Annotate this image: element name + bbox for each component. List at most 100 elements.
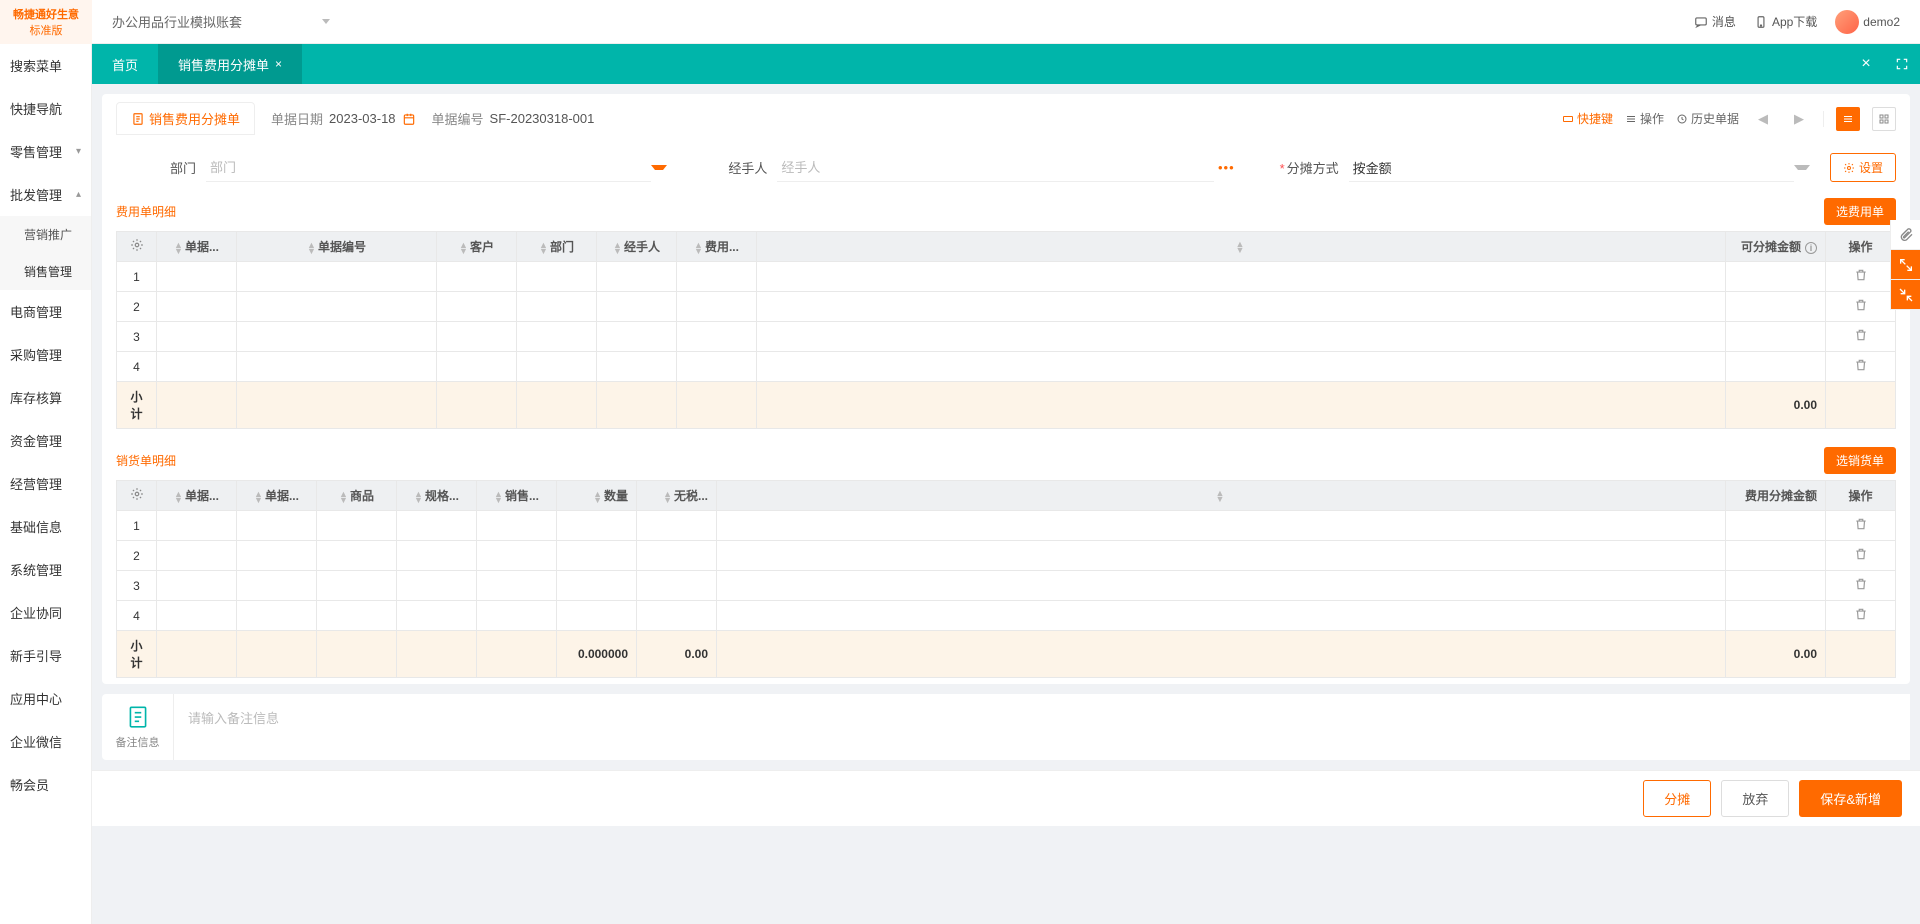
remarks-input[interactable] [174,694,1910,760]
collapse-button[interactable] [1890,280,1920,310]
sidebar-item-13[interactable]: 应用中心 [0,677,91,720]
dept-input[interactable] [206,154,651,182]
table-row[interactable]: 4 [117,352,1896,382]
view-list-button[interactable] [1836,107,1860,131]
dept-field: 部门 [116,154,667,182]
list-icon [1625,113,1637,125]
gear-icon [130,238,144,252]
expense-detail-title: 费用单明细 [116,203,176,220]
sidebar-item-0[interactable]: 搜索菜单 [0,44,91,87]
account-name: 办公用品行业模拟账套 [112,12,242,31]
brand-logo[interactable]: 畅捷通好生意 标准版 [0,0,92,44]
table-row[interactable]: 2 [117,292,1896,322]
sidebar-subitem-3-1[interactable]: 销售管理 [0,253,91,290]
discard-button[interactable]: 放弃 [1721,780,1789,817]
sidebar-item-1[interactable]: 快捷导航 [0,87,91,130]
delete-row-button[interactable] [1826,322,1896,352]
user-menu[interactable]: demo2 [1835,10,1900,34]
handler-field: 经手人 ••• [687,154,1238,182]
shortcut-button[interactable]: 快捷键 [1562,110,1613,127]
gear-icon [130,487,144,501]
delete-row-button[interactable] [1826,511,1896,541]
expand-button[interactable] [1890,250,1920,280]
table-row[interactable]: 1 [117,511,1896,541]
sidebar-item-10[interactable]: 系统管理 [0,548,91,591]
collapse-icon [1898,287,1914,303]
sidebar-item-15[interactable]: 畅会员 [0,763,91,806]
sidebar-item-9[interactable]: 基础信息 [0,505,91,548]
remarks-area: 备注信息 [102,694,1910,760]
chevron-down-icon [322,19,330,24]
delete-row-button[interactable] [1826,292,1896,322]
fullscreen-icon[interactable] [1884,57,1920,71]
expand-icon [1898,257,1914,273]
info-icon[interactable]: i [1805,242,1817,254]
sidebar-item-14[interactable]: 企业微信 [0,720,91,763]
next-record-button[interactable]: ▶ [1787,107,1811,131]
save-new-button[interactable]: 保存&新增 [1799,780,1902,817]
gear-column[interactable] [117,481,157,511]
app-download-link[interactable]: App下载 [1754,13,1817,30]
table-row[interactable]: 4 [117,601,1896,631]
account-selector[interactable]: 办公用品行业模拟账套 [92,12,350,31]
sidebar-item-6[interactable]: 库存核算 [0,376,91,419]
mobile-icon [1754,15,1768,29]
calendar-icon[interactable] [402,112,416,126]
sidebar-item-12[interactable]: 新手引导 [0,634,91,677]
keyboard-icon [1562,113,1574,125]
method-field: *分摊方式 [1259,154,1810,182]
note-icon [125,704,151,730]
table-row[interactable]: 3 [117,322,1896,352]
sidebar: 搜索菜单快捷导航零售管理▾批发管理▴营销推广销售管理电商管理采购管理库存核算资金… [0,44,92,924]
tab-active[interactable]: 销售费用分摊单 × [158,44,302,84]
tab-home[interactable]: 首页 [92,44,158,84]
allocate-button[interactable]: 分摊 [1643,780,1711,817]
sales-table: ▲▼单据... ▲▼单据... ▲▼商品 ▲▼规格... ▲▼销售... ▲▼数… [116,480,1896,678]
brand-sub: 标准版 [30,22,63,38]
history-icon [1676,113,1688,125]
sales-detail-title: 销货单明细 [116,452,176,469]
table-row[interactable]: 1 [117,262,1896,292]
doc-code: 单据编号 SF-20230318-001 [432,109,595,128]
delete-row-button[interactable] [1826,541,1896,571]
view-grid-button[interactable] [1872,107,1896,131]
attachment-button[interactable] [1890,220,1920,250]
gear-icon [1843,162,1855,174]
brand-main: 畅捷通好生意 [13,6,79,22]
tab-close-all[interactable]: × [1848,55,1884,73]
expense-table: ▲▼单据... ▲▼单据编号 ▲▼客户 ▲▼部门 ▲▼经手人 ▲▼费用... ▲… [116,231,1896,429]
settings-button[interactable]: 设置 [1830,153,1896,182]
delete-row-button[interactable] [1826,352,1896,382]
prev-record-button[interactable]: ◀ [1751,107,1775,131]
handler-input[interactable] [777,154,1214,182]
pick-sales-button[interactable]: 选销货单 [1824,447,1896,474]
gear-column[interactable] [117,232,157,262]
doc-title-tab: 销售费用分摊单 [116,102,255,135]
sidebar-item-2[interactable]: 零售管理▾ [0,130,91,173]
history-button[interactable]: 历史单据 [1676,110,1739,127]
sidebar-item-8[interactable]: 经营管理 [0,462,91,505]
close-icon[interactable]: × [275,57,282,71]
messages-link[interactable]: 消息 [1694,13,1736,30]
document-icon [131,112,145,126]
operate-button[interactable]: 操作 [1625,110,1664,127]
sidebar-item-3[interactable]: 批发管理▴ [0,173,91,216]
table-row[interactable]: 3 [117,571,1896,601]
sidebar-item-11[interactable]: 企业协同 [0,591,91,634]
chevron-down-icon[interactable] [651,165,667,170]
chevron-down-icon[interactable] [1794,165,1810,170]
sidebar-item-7[interactable]: 资金管理 [0,419,91,462]
delete-row-button[interactable] [1826,262,1896,292]
sidebar-item-5[interactable]: 采购管理 [0,333,91,376]
message-icon [1694,15,1708,29]
sidebar-item-4[interactable]: 电商管理 [0,290,91,333]
footer-actions: 分摊 放弃 保存&新增 [92,770,1920,826]
delete-row-button[interactable] [1826,571,1896,601]
delete-row-button[interactable] [1826,601,1896,631]
method-input[interactable] [1349,154,1794,182]
more-icon[interactable]: ••• [1214,160,1239,175]
pick-expense-button[interactable]: 选费用单 [1824,198,1896,225]
avatar [1835,10,1859,34]
table-row[interactable]: 2 [117,541,1896,571]
sidebar-subitem-3-0[interactable]: 营销推广 [0,216,91,253]
